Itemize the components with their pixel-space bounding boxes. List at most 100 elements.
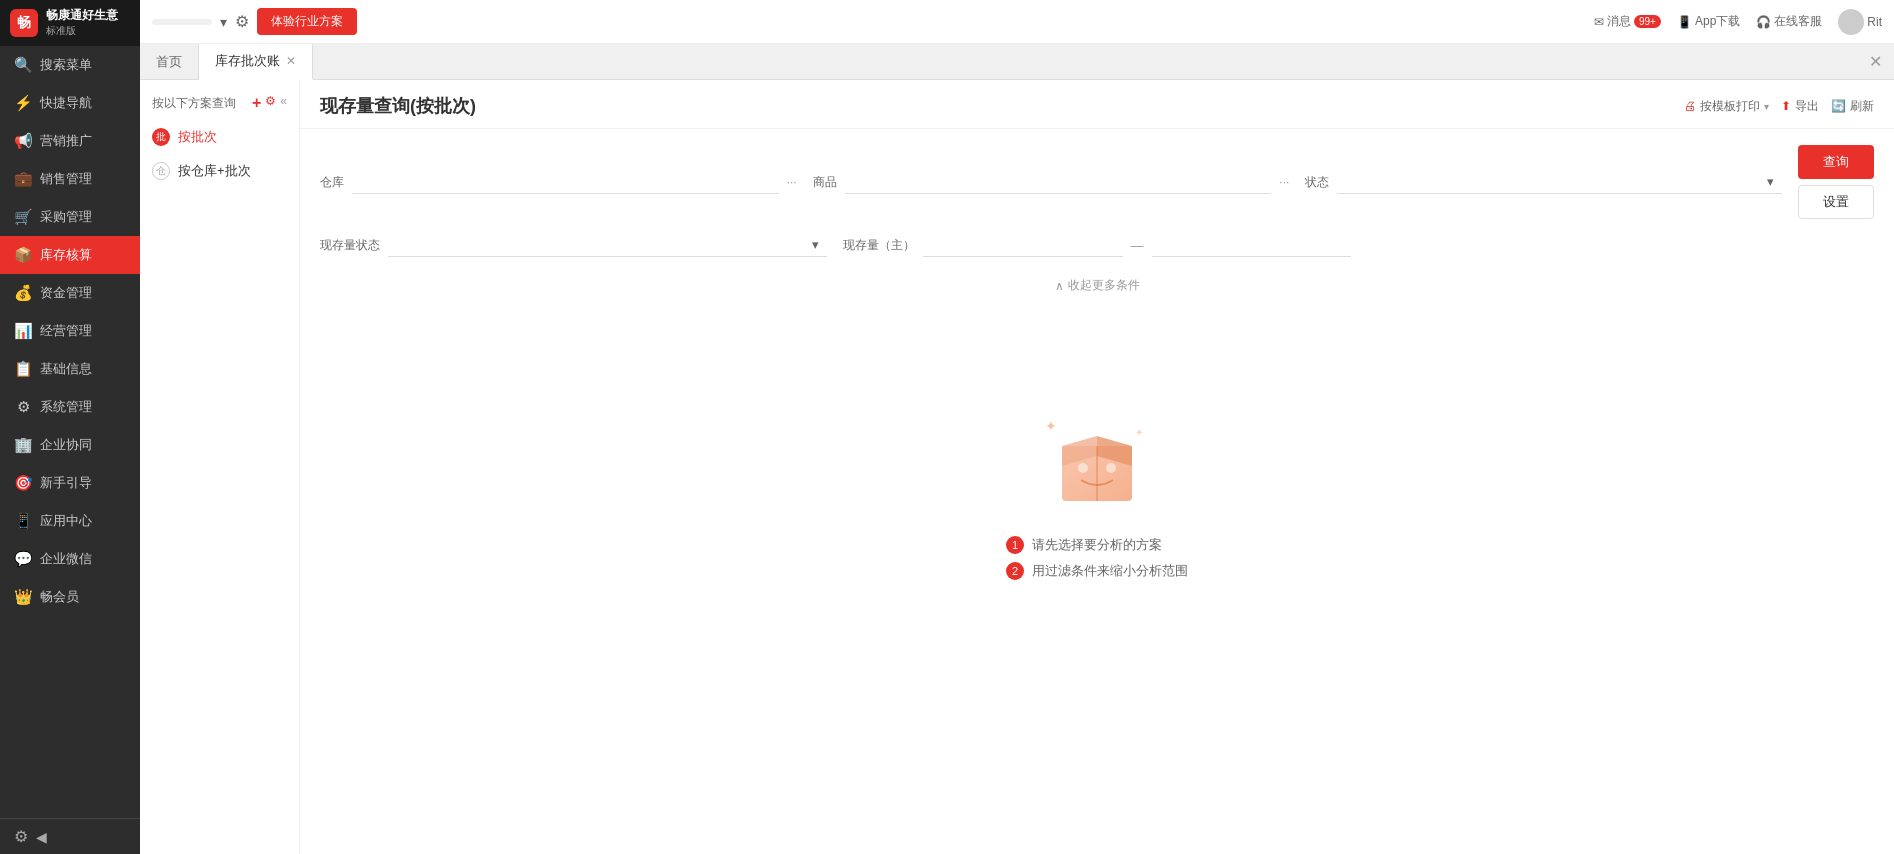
- sidebar-item-basics[interactable]: 📋 基础信息: [0, 350, 140, 388]
- tip-num-1: 1: [1006, 536, 1024, 554]
- filter-row-2: 现存量状态 ▾ 现存量（主） —: [320, 233, 1874, 257]
- refresh-btn[interactable]: 🔄 刷新: [1831, 98, 1874, 115]
- warehouse-label: 仓库: [320, 174, 344, 191]
- user-avatar-btn[interactable]: Rit: [1838, 9, 1882, 35]
- topbar-settings-icon[interactable]: ⚙: [235, 12, 249, 31]
- stock-status-dropdown-icon: ▾: [812, 237, 819, 252]
- inventory-icon: 📦: [14, 246, 32, 264]
- filter-group-warehouse: 仓库 ···: [320, 170, 797, 194]
- plan-batch-label: 按批次: [178, 128, 217, 146]
- print-btn[interactable]: 🖨 按模板打印 ▾: [1684, 98, 1769, 115]
- app-subtitle: 标准版: [46, 24, 118, 38]
- export-icon: ⬆: [1781, 99, 1791, 113]
- operations-icon: 📊: [14, 322, 32, 340]
- sales-icon: 💼: [14, 170, 32, 188]
- warehouse-more[interactable]: ···: [787, 175, 797, 189]
- stock-status-select[interactable]: ▾: [388, 233, 827, 257]
- sidebar-header: 畅 畅康通好生意 标准版: [0, 0, 140, 46]
- app-logo: 畅: [10, 9, 38, 37]
- print-dropdown-icon[interactable]: ▾: [1764, 101, 1769, 112]
- filter-row-1: 仓库 ··· 商品 ··· 状态 ▾: [320, 145, 1874, 219]
- left-panel-title-text: 按以下方案查询: [152, 95, 236, 112]
- svg-point-4: [1078, 463, 1088, 473]
- purchase-icon: 🛒: [14, 208, 32, 226]
- filter-group-status: 状态 ▾: [1305, 170, 1782, 194]
- stock-qty-to-input[interactable]: [1152, 233, 1351, 257]
- tip-num-2: 2: [1006, 562, 1024, 580]
- tab-close-icon[interactable]: ✕: [286, 54, 296, 68]
- quicknav-icon: ⚡: [14, 94, 32, 112]
- filter-group-stock-status: 现存量状态 ▾: [320, 233, 827, 257]
- breadcrumb: [152, 19, 212, 25]
- plan-item-batch[interactable]: 批 按批次: [140, 120, 299, 154]
- appcenter-icon: 📱: [14, 512, 32, 530]
- basics-icon: 📋: [14, 360, 32, 378]
- sidebar-item-sales[interactable]: 💼 销售管理: [0, 160, 140, 198]
- tab-panel-close-btn[interactable]: ✕: [1869, 52, 1894, 71]
- tab-inventory-batch[interactable]: 库存批次账 ✕: [199, 44, 313, 80]
- sidebar-item-marketing[interactable]: 📢 营销推广: [0, 122, 140, 160]
- app-title: 畅康通好生意: [46, 8, 118, 24]
- collapse-filter-btn[interactable]: ∧ 收起更多条件: [320, 271, 1874, 300]
- print-label: 按模板打印: [1700, 98, 1760, 115]
- export-btn[interactable]: ⬆ 导出: [1781, 98, 1819, 115]
- marketing-icon: 📢: [14, 132, 32, 150]
- sidebar-item-finance[interactable]: 💰 资金管理: [0, 274, 140, 312]
- product-more[interactable]: ···: [1279, 175, 1289, 189]
- sidebar-item-newguide[interactable]: 🎯 新手引导: [0, 464, 140, 502]
- sidebar-item-purchase[interactable]: 🛒 采购管理: [0, 198, 140, 236]
- tip-item-2: 2 用过滤条件来缩小分析范围: [1006, 562, 1188, 580]
- sidebar-item-operations[interactable]: 📊 经营管理: [0, 312, 140, 350]
- svg-text:✦: ✦: [1045, 418, 1057, 434]
- filter-settings-btn[interactable]: 设置: [1798, 185, 1874, 219]
- stock-qty-from-input[interactable]: [923, 233, 1122, 257]
- collapse-label: 收起更多条件: [1068, 277, 1140, 294]
- sidebar-item-enterprise[interactable]: 🏢 企业协同: [0, 426, 140, 464]
- messages-btn[interactable]: ✉ 消息 99+: [1594, 13, 1661, 30]
- sidebar-collapse-icon[interactable]: ◀: [36, 829, 47, 845]
- status-select[interactable]: ▾: [1337, 170, 1782, 194]
- product-input[interactable]: [845, 170, 1272, 194]
- sidebar-item-wechat[interactable]: 💬 企业微信: [0, 540, 140, 578]
- sidebar-item-search[interactable]: 🔍 搜索菜单: [0, 46, 140, 84]
- topbar-left: ▾ ⚙ 体验行业方案: [152, 8, 1586, 35]
- topbar-dropdown-icon[interactable]: ▾: [220, 14, 227, 30]
- filter-btn-group: 查询 设置: [1798, 145, 1874, 219]
- left-panel-title: 按以下方案查询 + ⚙ «: [140, 90, 299, 120]
- refresh-label: 刷新: [1850, 98, 1874, 115]
- sidebar-item-member[interactable]: 👑 畅会员: [0, 578, 140, 616]
- online-service-btn[interactable]: 🎧 在线客服: [1756, 13, 1822, 30]
- experience-btn[interactable]: 体验行业方案: [257, 8, 357, 35]
- plan-batch-icon: 批: [152, 128, 170, 146]
- enterprise-icon: 🏢: [14, 436, 32, 454]
- plan-settings-icon[interactable]: ⚙: [265, 94, 276, 112]
- query-btn[interactable]: 查询: [1798, 145, 1874, 179]
- sidebar-item-appcenter[interactable]: 📱 应用中心: [0, 502, 140, 540]
- topbar-right: ✉ 消息 99+ 📱 App下载 🎧 在线客服 Rit: [1594, 9, 1882, 35]
- collapse-left-icon[interactable]: «: [280, 94, 287, 112]
- refresh-icon: 🔄: [1831, 99, 1846, 113]
- empty-tips: 1 请先选择要分析的方案 2 用过滤条件来缩小分析范围: [1006, 536, 1188, 588]
- sidebar-item-inventory[interactable]: 📦 库存核算: [0, 236, 140, 274]
- warehouse-input[interactable]: [352, 170, 779, 194]
- sidebar-item-quicknav[interactable]: ⚡ 快捷导航: [0, 84, 140, 122]
- page-header-actions: 🖨 按模板打印 ▾ ⬆ 导出 🔄 刷新: [1684, 98, 1874, 115]
- sidebar-settings-icon[interactable]: ⚙: [14, 827, 28, 846]
- export-label: 导出: [1795, 98, 1819, 115]
- plan-item-warehouse-batch[interactable]: 仓 按仓库+批次: [140, 154, 299, 188]
- sidebar-item-system[interactable]: ⚙ 系统管理: [0, 388, 140, 426]
- member-icon: 👑: [14, 588, 32, 606]
- filter-area: 仓库 ··· 商品 ··· 状态 ▾: [300, 129, 1894, 316]
- tab-home[interactable]: 首页: [140, 44, 199, 80]
- plan-warehouse-batch-label: 按仓库+批次: [178, 162, 251, 180]
- tab-inventory-batch-label: 库存批次账: [215, 52, 280, 70]
- user-name: Rit: [1867, 15, 1882, 29]
- headset-icon: 🎧: [1756, 15, 1771, 29]
- tabbar: 首页 库存批次账 ✕ ✕: [140, 44, 1894, 80]
- sidebar-menu: ⚡ 快捷导航 📢 营销推广 💼 销售管理 🛒 采购管理 📦 库存核算 💰 资金管…: [0, 84, 140, 818]
- svg-text:✦: ✦: [1135, 427, 1143, 438]
- add-plan-icon[interactable]: +: [252, 94, 261, 112]
- status-dropdown-icon: ▾: [1767, 174, 1774, 189]
- app-download-btn[interactable]: 📱 App下载: [1677, 13, 1740, 30]
- print-icon: 🖨: [1684, 99, 1696, 113]
